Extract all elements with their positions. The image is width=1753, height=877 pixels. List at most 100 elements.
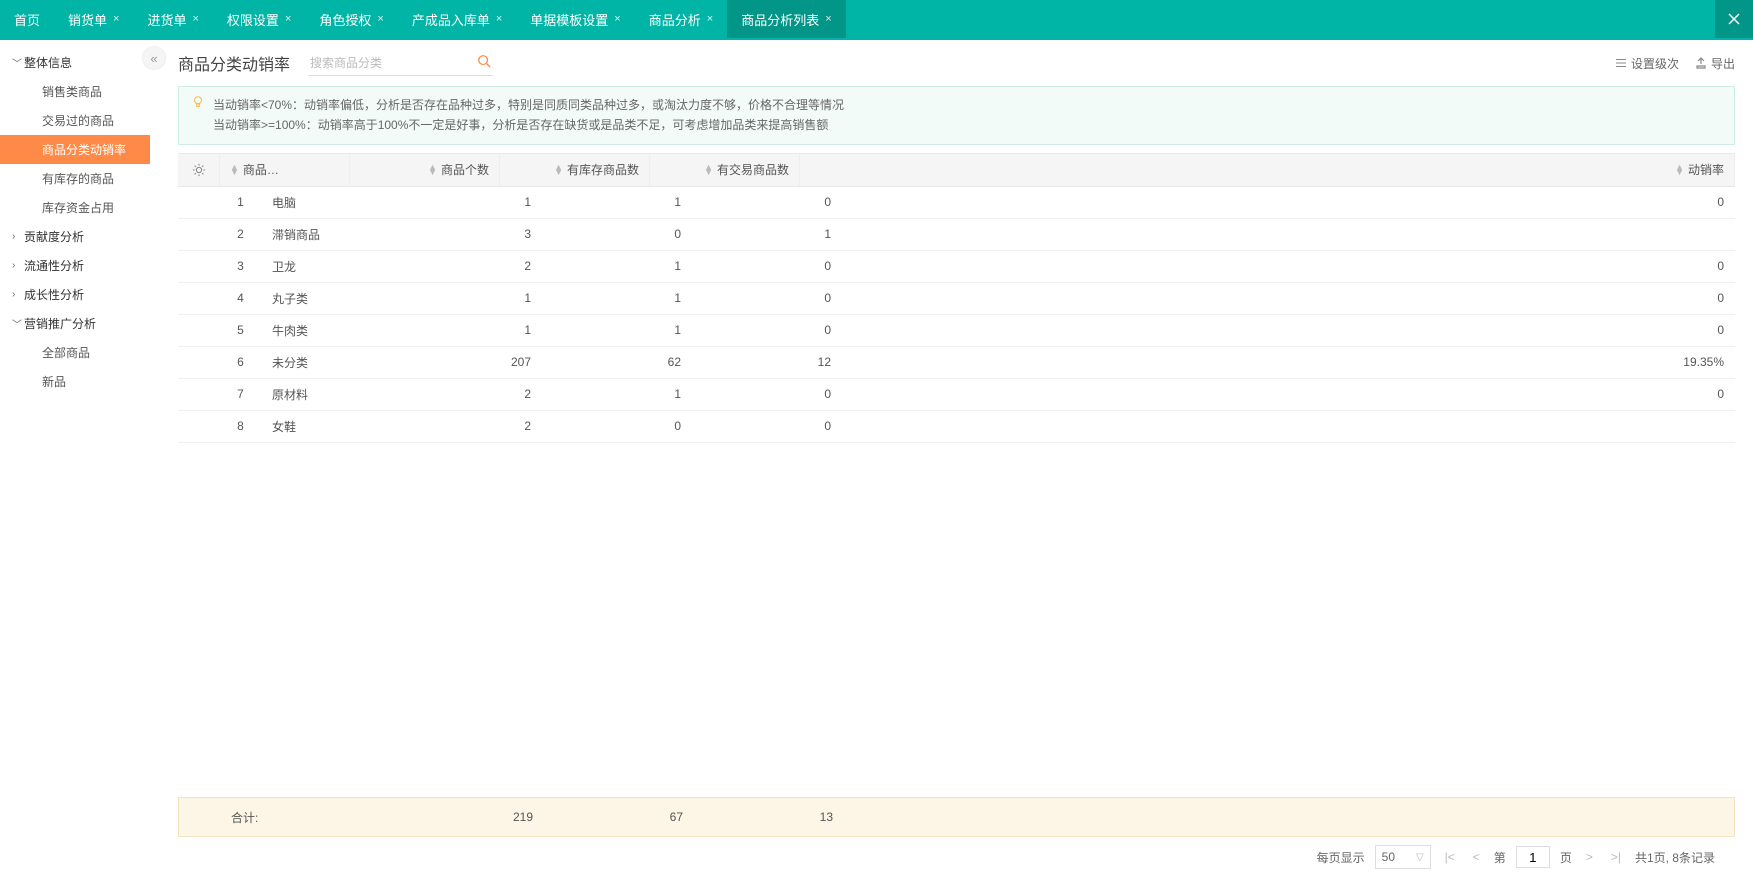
- main-panel: 商品分类动销率 设置级次 导出: [150, 40, 1753, 877]
- page-first-button[interactable]: |<: [1441, 850, 1459, 864]
- table-row[interactable]: 3卫龙2100: [178, 251, 1735, 283]
- sidebar-item[interactable]: 销售类商品: [0, 77, 150, 106]
- top-tab[interactable]: 权限设置×: [213, 0, 305, 38]
- sidebar-item[interactable]: 商品分类动销率: [0, 135, 150, 164]
- col-header-count[interactable]: ▲▼商品个数: [350, 154, 500, 186]
- lightbulb-icon: [191, 95, 205, 136]
- tab-close-icon[interactable]: ×: [614, 13, 620, 25]
- tab-label: 销货单: [68, 10, 107, 29]
- export-button[interactable]: 导出: [1695, 55, 1735, 72]
- tab-close-icon[interactable]: ×: [192, 13, 198, 25]
- sidebar-group-header[interactable]: ›流通性分析: [0, 251, 150, 280]
- summary-trade: 13: [693, 810, 843, 824]
- chevron-right-icon: ›: [12, 231, 24, 242]
- summary-stock: 67: [543, 810, 693, 824]
- search-input[interactable]: [308, 50, 493, 76]
- summary-label: 合计:: [221, 809, 393, 826]
- top-tab[interactable]: 首页: [0, 0, 54, 38]
- tab-close-icon[interactable]: ×: [377, 13, 383, 25]
- row-index: 3: [220, 251, 262, 282]
- per-page-select[interactable]: 50 ▽: [1375, 845, 1431, 869]
- tab-close-icon[interactable]: ×: [285, 13, 291, 25]
- close-all-tabs-button[interactable]: [1715, 0, 1753, 38]
- chevron-down-icon: ▽: [1416, 852, 1424, 863]
- sidebar-group-header[interactable]: ›成长性分析: [0, 280, 150, 309]
- cell-name: 女鞋: [262, 411, 392, 442]
- cell-rate: [842, 411, 1735, 442]
- row-index: 1: [220, 187, 262, 218]
- tab-close-icon[interactable]: ×: [496, 13, 502, 25]
- col-header-trade[interactable]: ▲▼有交易商品数: [650, 154, 800, 186]
- table-row[interactable]: 8女鞋200: [178, 411, 1735, 443]
- table-header: ▲▼商品… ▲▼商品个数 ▲▼有库存商品数 ▲▼有交易商品数 ▲▼动销率: [178, 153, 1735, 187]
- cell-rate: 0: [842, 251, 1735, 282]
- cell-name: 未分类: [262, 347, 392, 378]
- col-header-stock[interactable]: ▲▼有库存商品数: [500, 154, 650, 186]
- table-row[interactable]: 7原材料2100: [178, 379, 1735, 411]
- sidebar-group-header[interactable]: ﹀营销推广分析: [0, 309, 150, 338]
- sidebar-collapse-button[interactable]: «: [142, 46, 166, 70]
- cell-rate: [842, 219, 1735, 250]
- tab-close-icon[interactable]: ×: [825, 13, 831, 25]
- tab-label: 进货单: [147, 10, 186, 29]
- cell-count: 207: [392, 347, 542, 378]
- sidebar-item[interactable]: 新品: [0, 367, 150, 396]
- row-index: 5: [220, 315, 262, 346]
- top-tab[interactable]: 产成品入库单 ×: [398, 0, 516, 38]
- col-header-name[interactable]: ▲▼商品…: [220, 154, 350, 186]
- cell-name: 丸子类: [262, 283, 392, 314]
- sidebar-item[interactable]: 交易过的商品: [0, 106, 150, 135]
- col-header-rate[interactable]: ▲▼动销率: [800, 154, 1735, 186]
- sidebar-group-title: 流通性分析: [24, 257, 84, 274]
- sidebar-item[interactable]: 有库存的商品: [0, 164, 150, 193]
- page-next-button[interactable]: >: [1582, 850, 1597, 864]
- table-row[interactable]: 6未分类207621219.35%: [178, 347, 1735, 379]
- set-level-button[interactable]: 设置级次: [1615, 55, 1679, 72]
- sidebar-group-title: 营销推广分析: [24, 315, 96, 332]
- cell-trade: 0: [692, 379, 842, 410]
- sort-icon: ▲▼: [704, 165, 713, 175]
- sidebar-group-header[interactable]: ﹀整体信息: [0, 48, 150, 77]
- cell-rate: 0: [842, 315, 1735, 346]
- tab-label: 商品分析: [649, 10, 701, 29]
- chevron-down-icon: ﹀: [12, 55, 24, 70]
- top-tab[interactable]: 商品分析列表×: [727, 0, 845, 38]
- cell-rate: 19.35%: [842, 347, 1735, 378]
- sidebar-group-title: 贡献度分析: [24, 228, 84, 245]
- table-row[interactable]: 1电脑1100: [178, 187, 1735, 219]
- table-settings-button[interactable]: [178, 154, 220, 186]
- page-last-button[interactable]: >|: [1607, 850, 1625, 864]
- table-row[interactable]: 2滞销商品301: [178, 219, 1735, 251]
- sidebar-group-header[interactable]: ›贡献度分析: [0, 222, 150, 251]
- search-icon[interactable]: [477, 54, 491, 68]
- cell-stock: 62: [542, 347, 692, 378]
- cell-count: 2: [392, 411, 542, 442]
- top-tab[interactable]: 角色授权×: [305, 0, 397, 38]
- cell-rate: 0: [842, 379, 1735, 410]
- top-tab[interactable]: 销货单 ×: [54, 0, 133, 38]
- cell-name: 牛肉类: [262, 315, 392, 346]
- cell-trade: 0: [692, 411, 842, 442]
- top-tab[interactable]: 进货单 ×: [133, 0, 212, 38]
- summary-count: 219: [393, 810, 543, 824]
- sidebar-group-title: 成长性分析: [24, 286, 84, 303]
- sidebar-item[interactable]: 库存资金占用: [0, 193, 150, 222]
- table-body: 1电脑11002滞销商品3013卫龙21004丸子类11005牛肉类11006未…: [178, 187, 1735, 797]
- summary-row: 合计: 219 67 13: [178, 797, 1735, 837]
- tab-close-icon[interactable]: ×: [113, 13, 119, 25]
- sidebar-group-title: 整体信息: [24, 54, 72, 71]
- table-row[interactable]: 4丸子类1100: [178, 283, 1735, 315]
- top-tab[interactable]: 商品分析 ×: [635, 0, 727, 38]
- cell-name: 电脑: [262, 187, 392, 218]
- table-row[interactable]: 5牛肉类1100: [178, 315, 1735, 347]
- sort-icon: ▲▼: [230, 165, 239, 175]
- sidebar-item[interactable]: 全部商品: [0, 338, 150, 367]
- tab-close-icon[interactable]: ×: [707, 13, 713, 25]
- cell-rate: 0: [842, 283, 1735, 314]
- top-tab[interactable]: 单据模板设置×: [516, 0, 634, 38]
- page-input[interactable]: [1516, 846, 1550, 868]
- row-index: 6: [220, 347, 262, 378]
- page-prev-button[interactable]: <: [1469, 850, 1484, 864]
- cell-stock: 1: [542, 187, 692, 218]
- tab-label: 产成品入库单: [412, 10, 490, 29]
